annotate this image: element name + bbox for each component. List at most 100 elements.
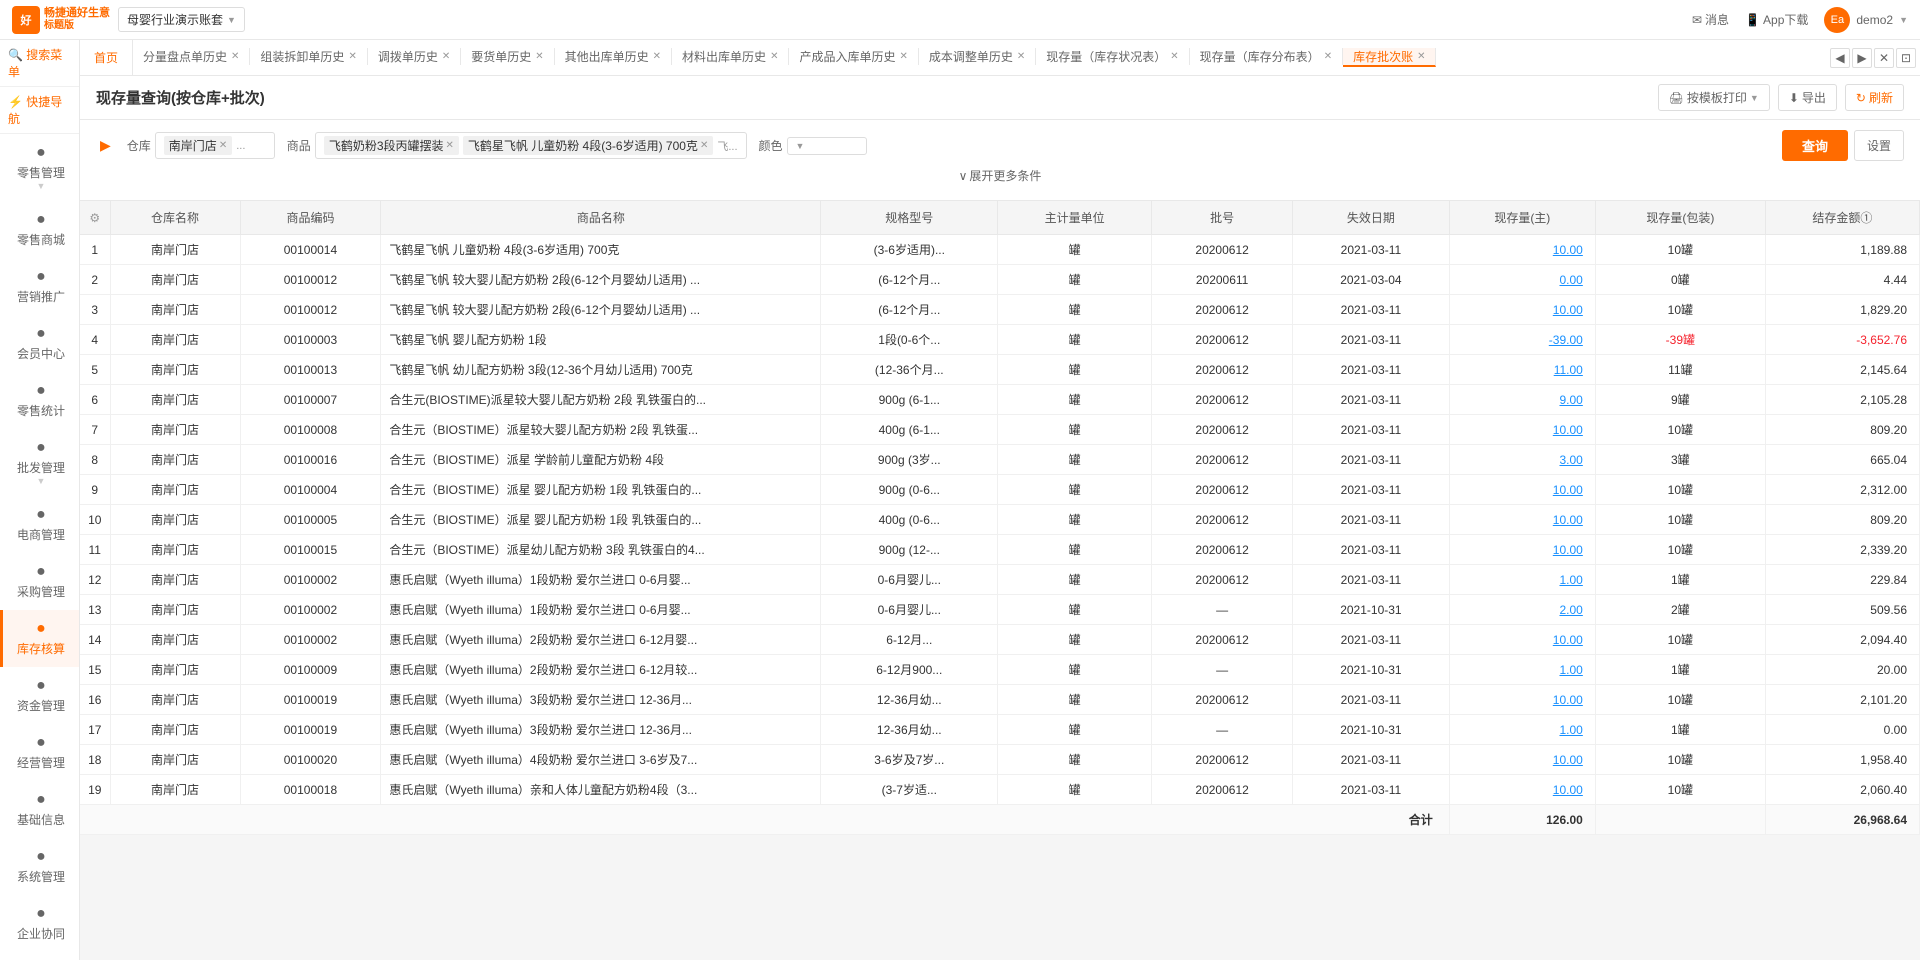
row-qty-main[interactable]: 10.00 xyxy=(1449,685,1595,715)
color-tag-area[interactable]: ▼ xyxy=(787,137,867,155)
org-selector[interactable]: 母婴行业演示账套 ▼ xyxy=(118,7,245,32)
col-settings[interactable]: ⚙ xyxy=(80,201,110,235)
sidebar-item-system[interactable]: ●系统管理 xyxy=(0,838,79,895)
tab-close-stock-dist[interactable]: ✕ xyxy=(1324,51,1332,62)
row-qty-main[interactable]: 1.00 xyxy=(1449,715,1595,745)
row-qty-main[interactable]: 10.00 xyxy=(1449,235,1595,265)
row-qty-main[interactable]: 10.00 xyxy=(1449,775,1595,805)
tab-cost-adjust-history[interactable]: 成本调整单历史✕ xyxy=(919,48,1036,65)
tab-close-batch-ledger[interactable]: ✕ xyxy=(1417,51,1425,62)
query-btn[interactable]: 查询 xyxy=(1782,130,1848,161)
sidebar-item-corp[interactable]: ●企业协同 xyxy=(0,895,79,952)
tab-disassembly-history[interactable]: 组装拆卸单历史✕ xyxy=(250,48,367,65)
tab-close-disassembly-history[interactable]: ✕ xyxy=(348,51,356,62)
sidebar-item-inventory[interactable]: ●库存核算 xyxy=(0,610,79,667)
row-qty-main[interactable]: 1.00 xyxy=(1449,655,1595,685)
table-row: 16 南岸门店 00100019 惠氏启赋（Wyeth illuma）3段奶粉 … xyxy=(80,685,1920,715)
row-qty-main[interactable]: 9.00 xyxy=(1449,385,1595,415)
table-row: 15 南岸门店 00100009 惠氏启赋（Wyeth illuma）2段奶粉 … xyxy=(80,655,1920,685)
settings-btn[interactable]: 设置 xyxy=(1854,130,1904,161)
row-qty-main[interactable]: 10.00 xyxy=(1449,475,1595,505)
sidebar-item-member[interactable]: ●会员中心 xyxy=(0,315,79,372)
message-icon: ✉ xyxy=(1692,13,1702,27)
tab-batch-ledger[interactable]: 库存批次账✕ xyxy=(1343,48,1436,67)
export-btn[interactable]: ⬇ 导出 xyxy=(1778,84,1837,111)
tab-prev-btn[interactable]: ◀ xyxy=(1830,48,1850,68)
row-no: 18 xyxy=(80,745,110,775)
print-btn[interactable]: 🖨 按模板打印 ▼ xyxy=(1658,84,1770,111)
tab-close-btn[interactable]: ✕ xyxy=(1874,48,1894,68)
row-qty-main[interactable]: 10.00 xyxy=(1449,295,1595,325)
tab-close-transfer-history[interactable]: ✕ xyxy=(442,51,450,62)
sidebar-item-finance[interactable]: ●资金管理 xyxy=(0,667,79,724)
sidebar: 🔍 搜索菜单 ⚡ 快捷导航 ●零售管理▼●零售商城●营销推广●会员中心●零售统计… xyxy=(0,40,80,960)
tab-home[interactable]: 首页 xyxy=(80,40,133,75)
sidebar-item-retail[interactable]: ●零售管理▼ xyxy=(0,134,79,201)
row-qty-pkg: 10罐 xyxy=(1595,535,1765,565)
tab-next-btn[interactable]: ▶ xyxy=(1852,48,1872,68)
warehouse-tag-area[interactable]: 南岸门店 ✕ ... xyxy=(155,132,275,159)
tab-split-inventory-history[interactable]: 分量盘点单历史✕ xyxy=(133,48,250,65)
message-btn[interactable]: ✉ 消息 xyxy=(1692,11,1729,28)
row-name: 合生元（BIOSTIME）派星幼儿配方奶粉 3段 乳铁蛋白的4... xyxy=(381,535,821,565)
tab-stock-dist[interactable]: 现存量（库存分布表）✕ xyxy=(1190,48,1343,65)
warehouse-tag-close-0[interactable]: ✕ xyxy=(219,140,227,151)
row-qty-main[interactable]: 10.00 xyxy=(1449,415,1595,445)
tab-other-out-history[interactable]: 其他出库单历史✕ xyxy=(555,48,672,65)
goods-tag-close-1[interactable]: ✕ xyxy=(700,140,708,151)
tab-close-stock-status[interactable]: ✕ xyxy=(1170,51,1178,62)
tab-close-borrow-history[interactable]: ✕ xyxy=(535,51,543,62)
quick-nav-btn[interactable]: ⚡ 快捷导航 xyxy=(0,87,79,134)
tab-close-product-in-history[interactable]: ✕ xyxy=(899,51,907,62)
row-qty-main[interactable]: 2.00 xyxy=(1449,595,1595,625)
sidebar-item-stats[interactable]: ●零售统计 xyxy=(0,372,79,429)
sidebar-item-marketing[interactable]: ●营销推广 xyxy=(0,258,79,315)
sidebar-item-purchase[interactable]: ●采购管理 xyxy=(0,553,79,610)
app-download-btn[interactable]: 📱 App下载 xyxy=(1745,11,1808,28)
row-code: 00100002 xyxy=(240,565,381,595)
row-no: 17 xyxy=(80,715,110,745)
row-qty-main[interactable]: 10.00 xyxy=(1449,625,1595,655)
row-qty-main[interactable]: 10.00 xyxy=(1449,745,1595,775)
goods-tag-close-0[interactable]: ✕ xyxy=(446,140,454,151)
refresh-btn[interactable]: ↻ 刷新 xyxy=(1845,84,1904,111)
row-code: 00100013 xyxy=(240,355,381,385)
tab-close-material-out-history[interactable]: ✕ xyxy=(770,51,778,62)
row-batch: 20200612 xyxy=(1152,775,1293,805)
row-qty-main[interactable]: 3.00 xyxy=(1449,445,1595,475)
tab-close-split-inventory-history[interactable]: ✕ xyxy=(231,51,239,62)
row-expire: 2021-03-11 xyxy=(1293,445,1450,475)
tab-product-in-history[interactable]: 产成品入库单历史✕ xyxy=(789,48,918,65)
tab-close-cost-adjust-history[interactable]: ✕ xyxy=(1017,51,1025,62)
sidebar-item-ecommerce[interactable]: ●电商管理 xyxy=(0,496,79,553)
row-qty-main[interactable]: 10.00 xyxy=(1449,505,1595,535)
warehouse-tag-0: 南岸门店 ✕ xyxy=(164,136,232,155)
tab-expand-btn[interactable]: ⊡ xyxy=(1896,48,1916,68)
row-code: 00100019 xyxy=(240,715,381,745)
expand-conditions-btn[interactable]: ∨ 展开更多条件 xyxy=(959,167,1042,184)
sidebar-item-ops[interactable]: ●经营管理 xyxy=(0,724,79,781)
tab-transfer-history[interactable]: 调拨单历史✕ xyxy=(368,48,461,65)
row-qty-main[interactable]: 0.00 xyxy=(1449,265,1595,295)
row-name: 飞鹤星飞帆 较大婴儿配方奶粉 2段(6-12个月婴幼儿适用) ... xyxy=(381,265,821,295)
tab-stock-status[interactable]: 现存量（库存状况表）✕ xyxy=(1036,48,1189,65)
row-qty-main[interactable]: 11.00 xyxy=(1449,355,1595,385)
filter-expand-btn[interactable]: ▶ xyxy=(96,137,115,154)
row-qty-main[interactable]: -39.00 xyxy=(1449,325,1595,355)
sidebar-item-wholesale[interactable]: ●批发管理▼ xyxy=(0,429,79,496)
row-warehouse: 南岸门店 xyxy=(110,655,240,685)
export-icon: ⬇ xyxy=(1789,91,1799,105)
sidebar-item-newguide[interactable]: ●新手引导 xyxy=(0,952,79,960)
sidebar-item-basic[interactable]: ●基础信息 xyxy=(0,781,79,838)
tab-borrow-history[interactable]: 要货单历史✕ xyxy=(461,48,554,65)
tab-material-out-history[interactable]: 材料出库单历史✕ xyxy=(672,48,789,65)
row-code: 00100012 xyxy=(240,265,381,295)
goods-tag-area[interactable]: 飞鹤奶粉3段丙罐摆装 ✕ 飞鹤星飞帆 儿童奶粉 4段(3-6岁适用) 700克 … xyxy=(315,132,747,159)
row-no: 14 xyxy=(80,625,110,655)
search-menu-btn[interactable]: 🔍 搜索菜单 xyxy=(0,40,79,87)
row-qty-main[interactable]: 10.00 xyxy=(1449,535,1595,565)
row-qty-main[interactable]: 1.00 xyxy=(1449,565,1595,595)
sidebar-item-retail-shop[interactable]: ●零售商城 xyxy=(0,201,79,258)
user-area[interactable]: Ea demo2 ▼ xyxy=(1824,7,1908,33)
tab-close-other-out-history[interactable]: ✕ xyxy=(653,51,661,62)
